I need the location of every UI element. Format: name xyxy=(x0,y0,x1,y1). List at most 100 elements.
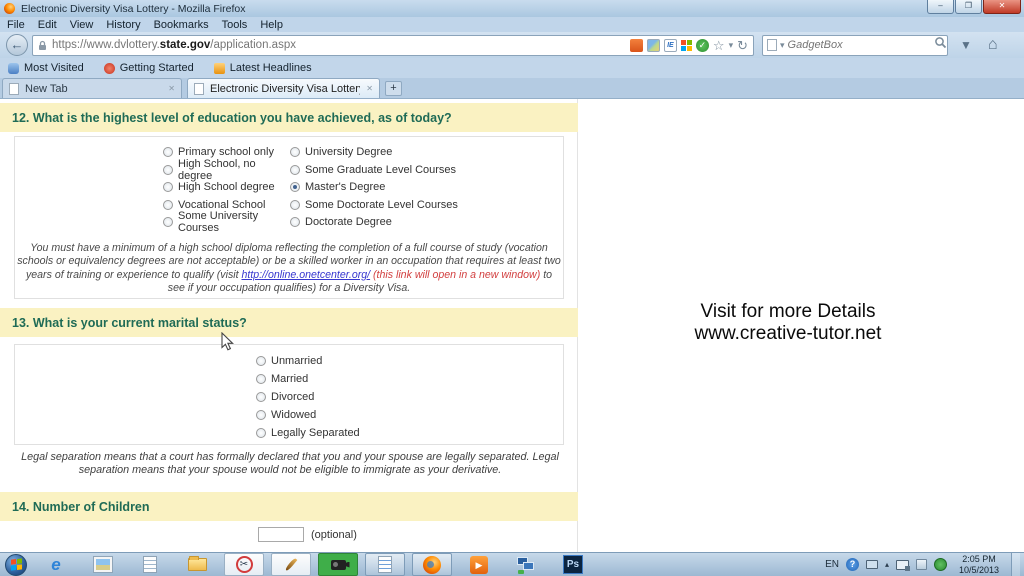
radio-doctorate-degree[interactable]: Doctorate Degree xyxy=(290,216,458,229)
radio-some-doctorate[interactable]: Some Doctorate Level Courses xyxy=(290,199,458,212)
clock-date: 10/5/2013 xyxy=(958,564,1000,575)
mouse-cursor xyxy=(221,332,234,351)
radio-icon xyxy=(256,428,266,439)
tab-dv-lottery[interactable]: Electronic Diversity Visa Lottery ✕ xyxy=(187,78,380,98)
desktop-screen: Electronic Diversity Visa Lottery - Mozi… xyxy=(0,0,1024,576)
question-12-section: Primary school only High School, no degr… xyxy=(14,136,564,299)
radio-university-degree[interactable]: University Degree xyxy=(290,146,458,159)
radio-icon xyxy=(256,392,266,403)
menu-history[interactable]: History xyxy=(106,19,140,31)
taskbar-screen-recorder[interactable] xyxy=(318,553,358,576)
back-button[interactable]: ← xyxy=(6,34,28,56)
radio-legally-separated[interactable]: Legally Separated xyxy=(256,427,563,440)
taskbar-wordpad[interactable] xyxy=(365,553,405,576)
taskbar-firefox[interactable] xyxy=(412,553,452,576)
radio-masters-degree[interactable]: Master's Degree xyxy=(290,181,458,194)
radio-divorced[interactable]: Divorced xyxy=(256,391,563,404)
network-computers-icon xyxy=(517,557,535,574)
display-tray-icon[interactable] xyxy=(865,560,878,569)
site-check-icon[interactable]: ✓ xyxy=(695,38,709,52)
taskbar-paint[interactable] xyxy=(271,553,311,576)
menu-help[interactable]: Help xyxy=(260,19,283,31)
help-tray-icon[interactable]: ? xyxy=(845,558,859,571)
extension-icon-photo[interactable] xyxy=(646,38,660,52)
radio-label: Doctorate Degree xyxy=(305,216,392,229)
restore-button[interactable]: ❐ xyxy=(955,0,982,14)
paint-brush-icon xyxy=(284,557,298,572)
bookmark-label: Most Visited xyxy=(24,62,84,74)
bookmark-dropdown-icon[interactable]: ▾ xyxy=(729,39,734,52)
extension-icon-ie[interactable]: IE xyxy=(663,38,677,52)
show-hidden-icons-caret[interactable]: ▴ xyxy=(885,560,889,569)
reload-icon[interactable]: ↻ xyxy=(737,39,748,52)
search-engine-icon[interactable] xyxy=(767,39,777,51)
radio-label: University Degree xyxy=(305,146,393,159)
menu-bookmarks[interactable]: Bookmarks xyxy=(154,19,209,31)
radio-married[interactable]: Married xyxy=(256,373,563,386)
children-count-input[interactable] xyxy=(258,527,304,542)
close-button[interactable]: ✕ xyxy=(983,0,1021,14)
windows-flag-icon[interactable] xyxy=(680,39,692,51)
search-engine-dropdown-icon[interactable]: ▾ xyxy=(780,39,785,52)
search-input[interactable] xyxy=(787,39,931,51)
downloads-icon[interactable]: ▼ xyxy=(960,38,972,52)
wordpad-icon xyxy=(378,556,392,573)
taskbar-internet-explorer[interactable]: e xyxy=(36,553,76,576)
menu-view[interactable]: View xyxy=(70,19,94,31)
overlay-line-1: Visit for more Details xyxy=(700,301,876,322)
radio-label: Some University Courses xyxy=(178,210,259,235)
new-tab-button[interactable]: + xyxy=(385,81,402,96)
tab-new-tab[interactable]: New Tab ✕ xyxy=(2,78,182,98)
action-center-tray-icon[interactable] xyxy=(916,559,927,570)
taskbar-file-explorer[interactable] xyxy=(177,553,217,576)
taskbar-media-player[interactable]: ▶ xyxy=(459,553,499,576)
tab-close-icon[interactable]: ✕ xyxy=(168,84,175,93)
taskbar-photoshop[interactable]: Ps xyxy=(553,553,593,576)
radio-widowed[interactable]: Widowed xyxy=(256,409,563,422)
taskbar-notepad[interactable] xyxy=(130,553,170,576)
menu-tools[interactable]: Tools xyxy=(222,19,248,31)
tab-close-icon[interactable]: ✕ xyxy=(366,84,373,93)
bookmark-latest-headlines[interactable]: Latest Headlines xyxy=(213,62,312,74)
lock-icon xyxy=(38,40,47,51)
taskbar-photo-viewer[interactable] xyxy=(83,553,123,576)
clock-time: 2:05 PM xyxy=(962,554,996,564)
radio-label: Primary school only xyxy=(178,146,274,159)
radio-high-school-no-degree[interactable]: High School, no degree xyxy=(163,158,290,182)
menu-file[interactable]: File xyxy=(7,19,25,31)
network-tray-icon[interactable] xyxy=(896,559,910,571)
address-bar-icons: IE ✓ ☆ ▾ ↻ xyxy=(629,38,748,52)
start-button[interactable] xyxy=(5,553,27,576)
bookmark-star-icon[interactable]: ☆ xyxy=(713,39,725,52)
tab-page-icon xyxy=(9,82,19,95)
overlay-line-2: www.creative-tutor.net xyxy=(694,323,882,344)
language-indicator[interactable]: EN xyxy=(825,559,839,570)
taskbar-clock[interactable]: 2:05 PM 10/5/2013 xyxy=(954,554,1004,575)
antivirus-tray-icon[interactable] xyxy=(934,558,947,571)
optional-label: (optional) xyxy=(311,528,357,541)
extension-icon-orange[interactable] xyxy=(629,38,643,52)
url-domain: state.gov xyxy=(159,39,211,51)
home-icon[interactable]: ⌂ xyxy=(988,36,998,54)
url-suffix: /application.aspx xyxy=(210,39,296,51)
taskbar-snipping-tool[interactable]: ✂ xyxy=(224,553,264,576)
address-bar[interactable]: https://www.dvlottery. state.gov /applic… xyxy=(32,34,754,56)
bookmark-most-visited[interactable]: Most Visited xyxy=(8,62,84,74)
radio-some-graduate[interactable]: Some Graduate Level Courses xyxy=(290,164,458,177)
media-player-icon: ▶ xyxy=(470,555,488,574)
radio-primary-school[interactable]: Primary school only xyxy=(163,146,290,159)
radio-some-university[interactable]: Some University Courses xyxy=(163,210,290,234)
taskbar-network-computers[interactable] xyxy=(506,553,546,576)
bookmark-label: Getting Started xyxy=(119,62,194,74)
show-desktop-button[interactable] xyxy=(1011,552,1020,576)
notepad-icon xyxy=(143,556,157,573)
radio-unmarried[interactable]: Unmarried xyxy=(256,355,563,368)
bookmark-getting-started[interactable]: Getting Started xyxy=(103,62,194,74)
browser-viewport: 12. What is the highest level of educati… xyxy=(0,99,1024,552)
radio-vocational-school[interactable]: Vocational School xyxy=(163,199,290,212)
search-magnifier-icon[interactable] xyxy=(934,36,947,54)
menu-edit[interactable]: Edit xyxy=(38,19,57,31)
radio-high-school-degree[interactable]: High School degree xyxy=(163,181,290,194)
onetcenter-link[interactable]: http://online.onetcenter.org/ xyxy=(241,269,370,281)
minimize-button[interactable]: – xyxy=(927,0,954,14)
